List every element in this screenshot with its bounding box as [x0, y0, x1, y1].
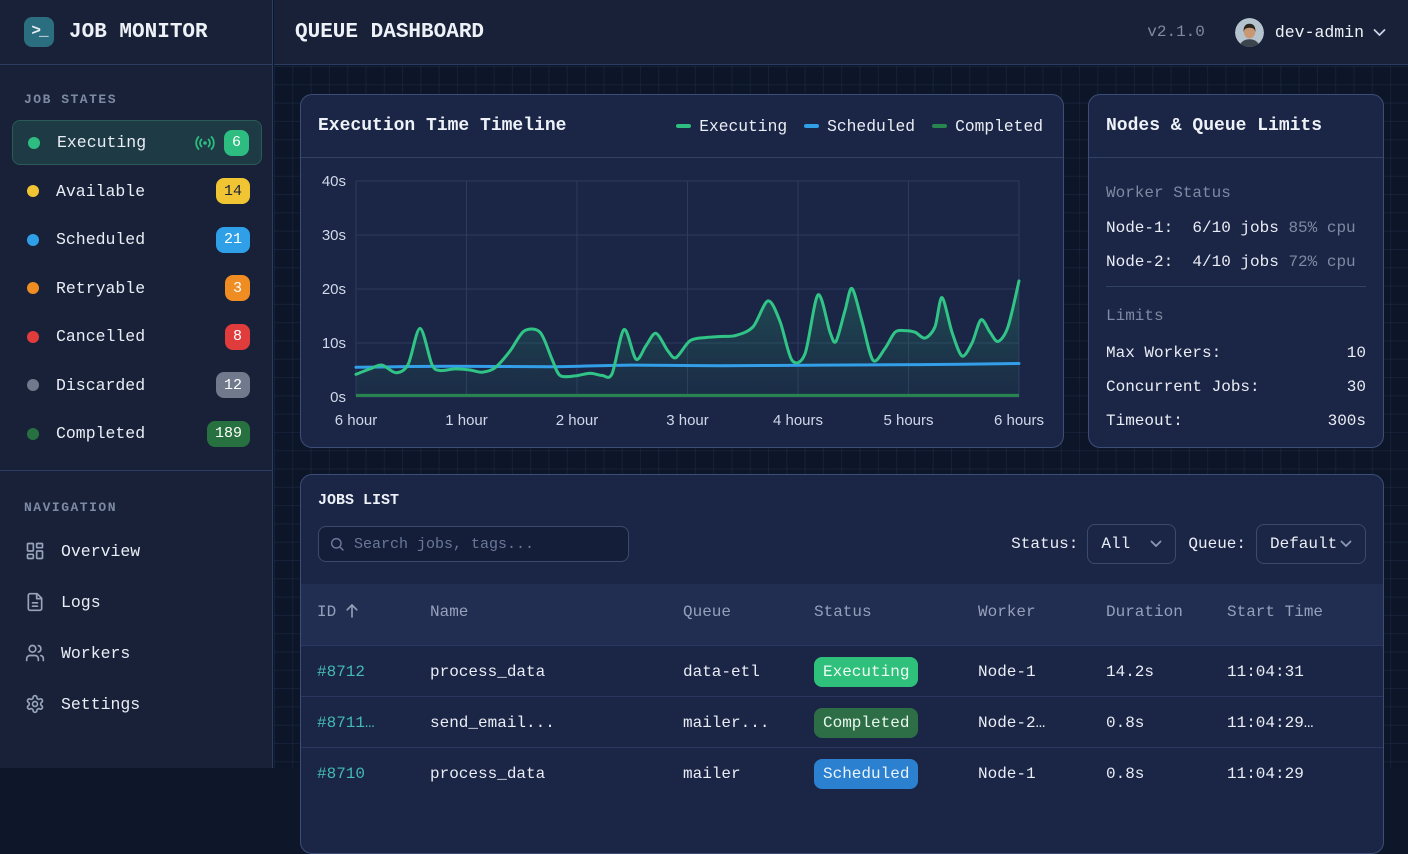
svg-text:6 hour: 6 hour: [335, 412, 378, 429]
svg-text:1 hour: 1 hour: [445, 412, 488, 429]
svg-text:4 hours: 4 hours: [773, 412, 823, 429]
svg-text:5 hours: 5 hours: [883, 412, 933, 429]
svg-text:40s: 40s: [322, 173, 346, 190]
svg-text:30s: 30s: [322, 227, 346, 244]
svg-text:0s: 0s: [330, 389, 346, 406]
svg-text:10s: 10s: [322, 335, 346, 352]
svg-text:2 hour: 2 hour: [556, 412, 599, 429]
svg-text:6 hours: 6 hours: [994, 412, 1044, 429]
svg-text:20s: 20s: [322, 281, 346, 298]
svg-text:3 hour: 3 hour: [666, 412, 709, 429]
